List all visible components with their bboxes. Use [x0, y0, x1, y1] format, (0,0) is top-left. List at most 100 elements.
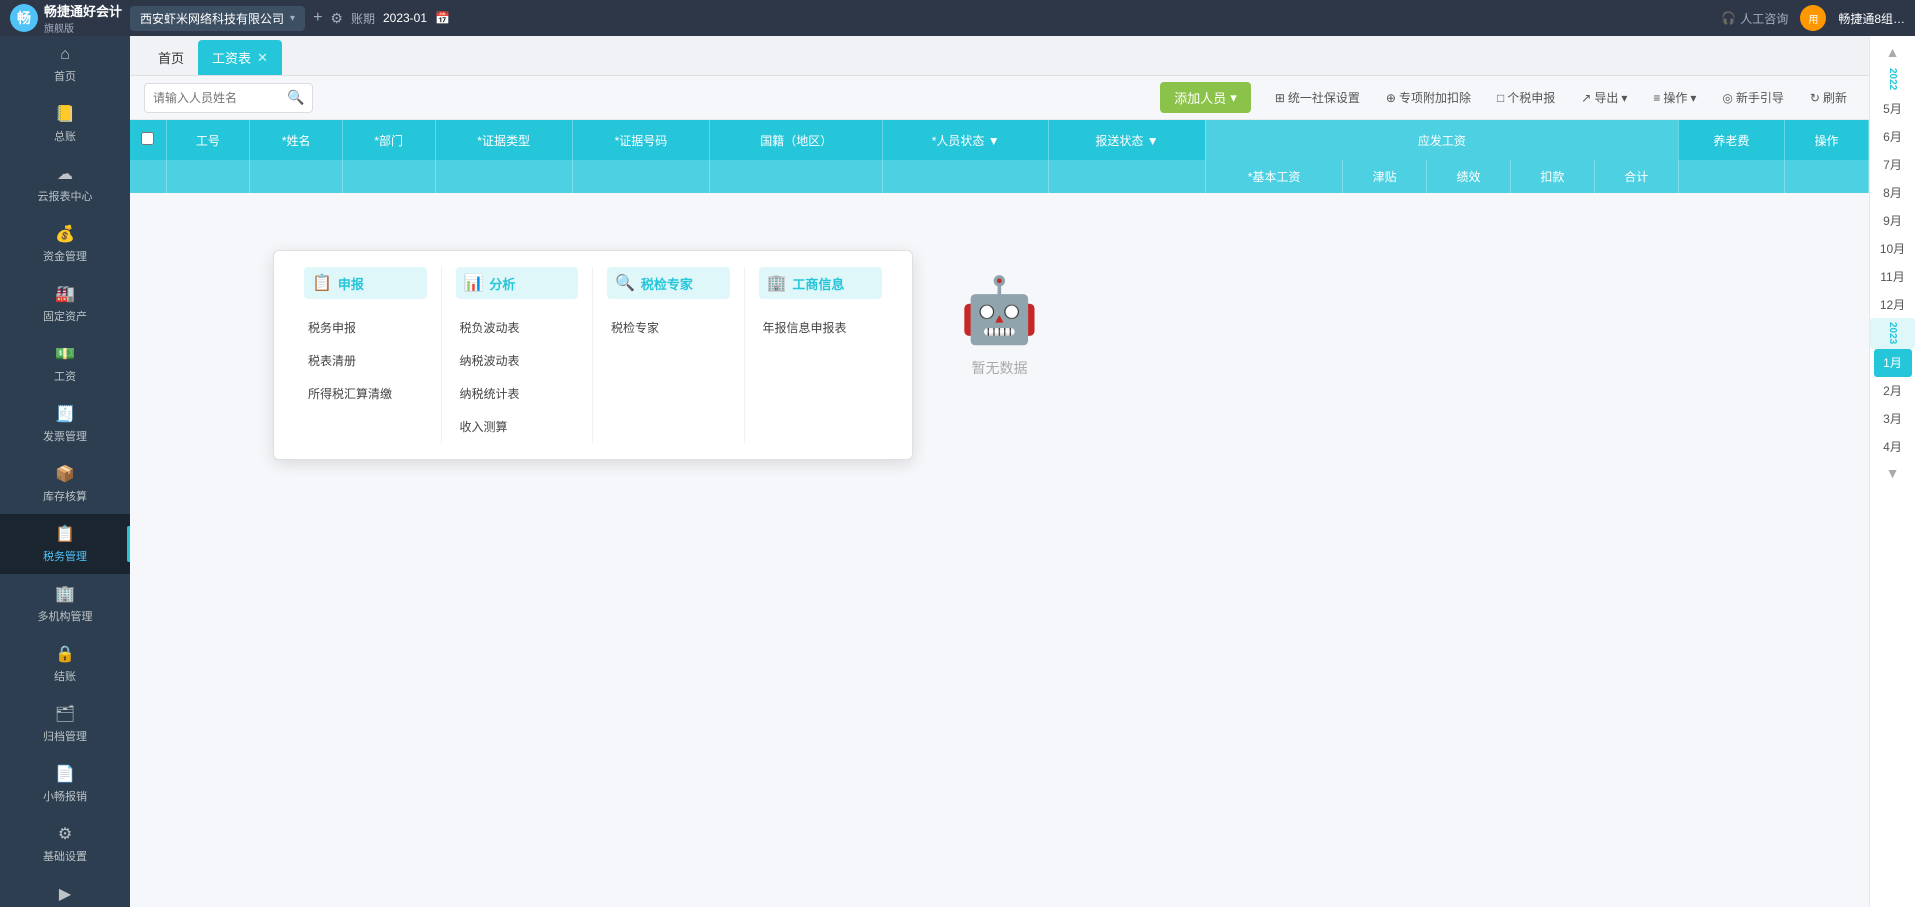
header-status: *人员状态 ▼	[883, 120, 1049, 160]
popup-item-annual-report[interactable]: 年报信息申报表	[759, 311, 883, 344]
popup-col-shenbao: 📋 申报 税务申报 税表清册 所得税汇算清缴	[290, 267, 442, 443]
guide-label: 新手引导	[1736, 89, 1784, 106]
sub-header-empty-1	[130, 160, 166, 193]
sidebar-item-home[interactable]: ⌂ 首页	[0, 36, 130, 94]
sub-header-empty-9	[1049, 160, 1206, 193]
popup-item-tax-expert[interactable]: 税检专家	[607, 311, 730, 344]
calendar-nav-up[interactable]: ▲	[1881, 40, 1905, 64]
tab-home[interactable]: 首页	[144, 40, 198, 75]
table-sub-header-row: *基本工资 津贴 绩效 扣款 合计	[130, 160, 1869, 193]
select-all-checkbox[interactable]	[141, 132, 154, 145]
main-layout: ⌂ 首页 📒 总账 ☁ 云报表中心 💰 资金管理 🏭 固定资产 💵 工资 🧾 发…	[0, 36, 1915, 907]
popup-item-income-tax-clear[interactable]: 所得税汇算清缴	[304, 377, 427, 410]
guide-btn[interactable]: ◎ 新手引导	[1714, 85, 1792, 110]
sidebar-item-archive[interactable]: 🗂 归档管理	[0, 694, 130, 754]
toolbar-actions: ⊞ 统一社保设置 ⊕ 专项附加扣除 □ 个税申报 ↗ 导出 ▾ ≡	[1267, 85, 1855, 110]
month-6[interactable]: 6月	[1874, 122, 1912, 150]
salary-icon: 💵	[55, 344, 75, 364]
tab-bar: 首页 工资表 ✕	[130, 36, 1869, 76]
fund-icon: 💰	[55, 224, 75, 244]
tab-salary-table-label: 工资表	[212, 48, 251, 67]
sidebar-item-ledger-label: 总账	[54, 128, 76, 144]
inventory-icon: 📦	[55, 464, 75, 484]
sub-header-total: 合计	[1594, 160, 1678, 193]
special-deduct-icon: ⊕	[1386, 91, 1396, 105]
month-10[interactable]: 10月	[1874, 234, 1912, 262]
sidebar-item-fund[interactable]: 💰 资金管理	[0, 214, 130, 274]
sidebar-item-guide[interactable]: ▶ 新手引导	[0, 874, 130, 907]
special-deduct-btn[interactable]: ⊕ 专项附加扣除	[1378, 85, 1479, 110]
month-1-active[interactable]: 1月	[1874, 349, 1912, 377]
guide-icon: ▶	[59, 884, 71, 904]
sidebar-item-fixed-assets[interactable]: 🏭 固定资产	[0, 274, 130, 334]
popup-item-tax-table[interactable]: 税表清册	[304, 344, 427, 377]
add-person-button[interactable]: 添加人员 ▾	[1160, 82, 1251, 113]
sidebar-item-basic[interactable]: ⚙ 基础设置	[0, 814, 130, 874]
user-avatar: 用	[1800, 5, 1826, 31]
refresh-icon: ↻	[1810, 91, 1820, 105]
search-input-wrap[interactable]: 🔍	[144, 83, 313, 113]
month-8[interactable]: 8月	[1874, 178, 1912, 206]
popup-item-income-budget[interactable]: 收入测算	[456, 410, 579, 443]
sidebar-item-fund-label: 资金管理	[43, 248, 87, 264]
sidebar-item-cloud-report[interactable]: ☁ 云报表中心	[0, 154, 130, 214]
popup-col-tax-expert-header: 🔍 税检专家	[607, 267, 730, 299]
month-7[interactable]: 7月	[1874, 150, 1912, 178]
sidebar-item-invoice[interactable]: 🧾 发票管理	[0, 394, 130, 454]
headset-icon: 🎧	[1721, 11, 1736, 25]
sidebar-item-ledger[interactable]: 📒 总账	[0, 94, 130, 154]
sidebar-item-xiaochang[interactable]: 📄 小畅报销	[0, 754, 130, 814]
month-12[interactable]: 12月	[1874, 290, 1912, 318]
month-5[interactable]: 5月	[1874, 94, 1912, 122]
sidebar-item-multi-org[interactable]: 🏢 多机构管理	[0, 574, 130, 634]
sidebar-item-salary[interactable]: 💵 工资	[0, 334, 130, 394]
month-9[interactable]: 9月	[1874, 206, 1912, 234]
popup-item-tax-pay-fluctuation[interactable]: 纳税波动表	[456, 344, 579, 377]
shenbao-icon: 📋	[312, 273, 332, 293]
ledger-icon: 📒	[55, 104, 75, 124]
empty-text: 暂无数据	[972, 358, 1028, 378]
operation-btn[interactable]: ≡ 操作 ▾	[1645, 85, 1704, 110]
header-pension: 养老费	[1678, 120, 1784, 160]
biz-info-icon: 🏢	[767, 273, 787, 293]
refresh-btn[interactable]: ↻ 刷新	[1802, 85, 1855, 110]
header-id-type: *证据类型	[435, 120, 572, 160]
calendar-icon[interactable]: 📅	[435, 11, 450, 25]
company-selector[interactable]: 西安虾米网络科技有限公司 ▾	[130, 6, 305, 31]
search-input[interactable]	[153, 91, 283, 105]
logo-sub: 旗舰版	[44, 20, 122, 35]
header-emp-no: 工号	[166, 120, 250, 160]
popup-item-tax-stats[interactable]: 纳税统计表	[456, 377, 579, 410]
tax-return-label: 个税申报	[1507, 89, 1555, 106]
sub-header-allowance: 津贴	[1343, 160, 1427, 193]
popup-col-shenbao-header: 📋 申报	[304, 267, 427, 299]
logo-area: 畅 畅捷通好会计 旗舰版	[10, 1, 122, 35]
header-checkbox[interactable]	[130, 120, 166, 160]
empty-icon: 🤖	[960, 273, 1040, 348]
user-name[interactable]: 畅捷通8组…	[1838, 10, 1905, 27]
tax-return-btn[interactable]: □ 个税申报	[1489, 85, 1563, 110]
month-2[interactable]: 2月	[1874, 377, 1912, 405]
sub-header-empty-2	[166, 160, 250, 193]
sidebar-item-close[interactable]: 🔒 结账	[0, 634, 130, 694]
month-11[interactable]: 11月	[1874, 262, 1912, 290]
year-2023-label: 2023	[1870, 318, 1915, 348]
topbar-add-btn[interactable]: +	[313, 9, 322, 27]
month-4[interactable]: 4月	[1874, 433, 1912, 461]
sidebar-item-inventory[interactable]: 📦 库存核算	[0, 454, 130, 514]
tab-close-icon[interactable]: ✕	[257, 50, 268, 66]
sidebar-item-tax[interactable]: 📋 税务管理	[0, 514, 130, 574]
tab-salary-table[interactable]: 工资表 ✕	[198, 40, 282, 75]
calendar-nav-down[interactable]: ▼	[1881, 461, 1905, 485]
sidebar-item-xiaochang-label: 小畅报销	[43, 788, 87, 804]
unify-social-btn[interactable]: ⊞ 统一社保设置	[1267, 85, 1368, 110]
service-btn[interactable]: 🎧 人工咨询	[1721, 10, 1788, 27]
export-chevron-icon: ▾	[1621, 91, 1627, 105]
popup-item-tax-fluctuation[interactable]: 税负波动表	[456, 311, 579, 344]
sidebar-item-invoice-label: 发票管理	[43, 428, 87, 444]
table-header-row: 工号 *姓名 *部门 *证据类型 *证据号码 国籍（地区） *人员状态 ▼ 报送…	[130, 120, 1869, 160]
export-btn[interactable]: ↗ 导出 ▾	[1573, 85, 1635, 110]
month-3[interactable]: 3月	[1874, 405, 1912, 433]
popup-item-tax-report[interactable]: 税务申报	[304, 311, 427, 344]
topbar-settings-btn[interactable]: ⚙	[330, 10, 343, 27]
